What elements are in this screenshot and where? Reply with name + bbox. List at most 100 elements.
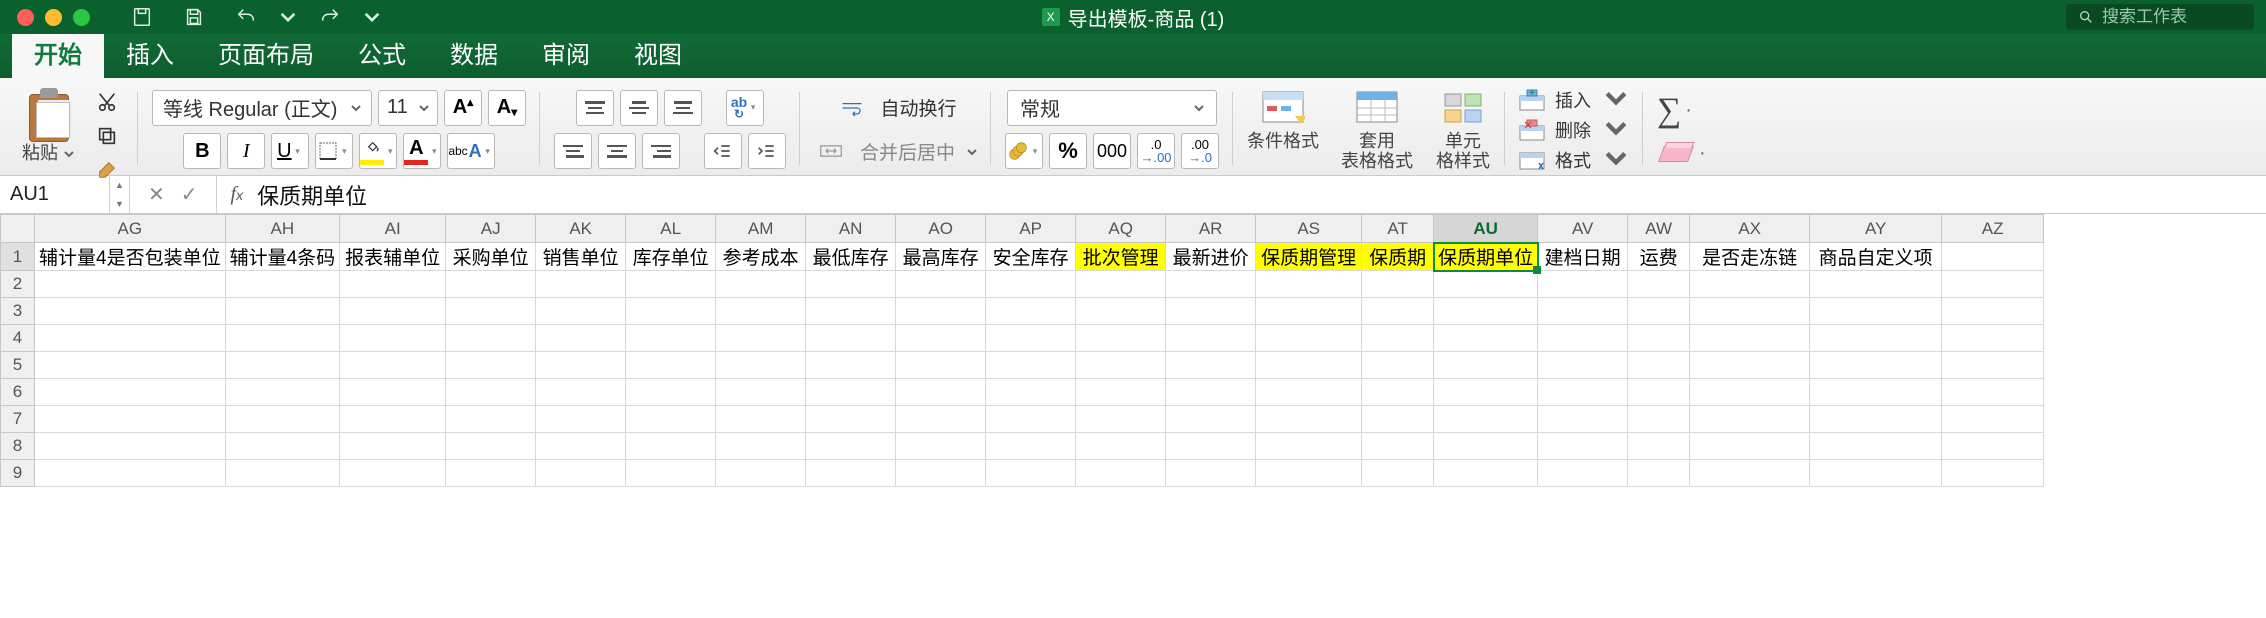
cell-AU7[interactable] — [1434, 406, 1538, 433]
cell-AY3[interactable] — [1810, 298, 1942, 325]
cell-AV6[interactable] — [1538, 379, 1628, 406]
cell-AS3[interactable] — [1256, 298, 1362, 325]
tab-数据[interactable]: 数据 — [428, 27, 520, 78]
save-icon[interactable] — [176, 4, 212, 30]
cell-AP8[interactable] — [986, 433, 1076, 460]
cell-AW7[interactable] — [1628, 406, 1690, 433]
cell-AW5[interactable] — [1628, 352, 1690, 379]
tab-页面布局[interactable]: 页面布局 — [196, 27, 336, 78]
cell-AX4[interactable] — [1690, 325, 1810, 352]
cell-AK9[interactable] — [536, 460, 626, 487]
cell-AU5[interactable] — [1434, 352, 1538, 379]
cell-AY9[interactable] — [1810, 460, 1942, 487]
cell-AM6[interactable] — [716, 379, 806, 406]
cell-AJ8[interactable] — [446, 433, 536, 460]
border-button[interactable]: ▾ — [315, 133, 353, 169]
col-header-AN[interactable]: AN — [806, 215, 896, 243]
cell-AV2[interactable] — [1538, 271, 1628, 298]
col-header-AT[interactable]: AT — [1362, 215, 1434, 243]
cell-AZ8[interactable] — [1942, 433, 2044, 460]
cell-AU1[interactable]: 保质期单位 — [1434, 243, 1538, 271]
cell-AV5[interactable] — [1538, 352, 1628, 379]
orientation-button[interactable]: ab↻▾ — [726, 90, 764, 126]
cell-AV3[interactable] — [1538, 298, 1628, 325]
cell-AR7[interactable] — [1166, 406, 1256, 433]
cell-AP9[interactable] — [986, 460, 1076, 487]
increase-indent-button[interactable] — [748, 133, 786, 169]
cell-AI2[interactable] — [340, 271, 446, 298]
align-top-button[interactable] — [576, 90, 614, 126]
cell-AH5[interactable] — [225, 352, 340, 379]
cell-AX5[interactable] — [1690, 352, 1810, 379]
cell-AS5[interactable] — [1256, 352, 1362, 379]
cell-AV1[interactable]: 建档日期 — [1538, 243, 1628, 271]
col-header-AY[interactable]: AY — [1810, 215, 1942, 243]
cell-AW6[interactable] — [1628, 379, 1690, 406]
cell-AK3[interactable] — [536, 298, 626, 325]
cell-AS9[interactable] — [1256, 460, 1362, 487]
cell-AM5[interactable] — [716, 352, 806, 379]
row-header-2[interactable]: 2 — [1, 271, 35, 298]
undo-icon[interactable] — [228, 4, 264, 30]
cell-AY5[interactable] — [1810, 352, 1942, 379]
merge-center-button[interactable] — [814, 135, 848, 167]
cell-AN4[interactable] — [806, 325, 896, 352]
row-header-3[interactable]: 3 — [1, 298, 35, 325]
autosum-button[interactable]: ∑· — [1657, 92, 1706, 130]
cell-AQ3[interactable] — [1076, 298, 1166, 325]
cell-AK2[interactable] — [536, 271, 626, 298]
tab-公式[interactable]: 公式 — [336, 27, 428, 78]
cell-AL7[interactable] — [626, 406, 716, 433]
tab-视图[interactable]: 视图 — [612, 27, 704, 78]
format-cells-button[interactable]: 格式 — [1519, 146, 1629, 174]
cell-AT7[interactable] — [1362, 406, 1434, 433]
col-header-AW[interactable]: AW — [1628, 215, 1690, 243]
cell-AL5[interactable] — [626, 352, 716, 379]
cell-AH3[interactable] — [225, 298, 340, 325]
cell-AI5[interactable] — [340, 352, 446, 379]
col-header-AM[interactable]: AM — [716, 215, 806, 243]
cell-AG2[interactable] — [35, 271, 226, 298]
copy-button[interactable] — [90, 120, 124, 152]
cell-AO2[interactable] — [896, 271, 986, 298]
confirm-formula-button[interactable]: ✓ — [181, 182, 198, 207]
cell-AY8[interactable] — [1810, 433, 1942, 460]
cell-AL1[interactable]: 库存单位 — [626, 243, 716, 271]
cell-AH4[interactable] — [225, 325, 340, 352]
cell-AU6[interactable] — [1434, 379, 1538, 406]
cell-AS1[interactable]: 保质期管理 — [1256, 243, 1362, 271]
align-middle-button[interactable] — [620, 90, 658, 126]
font-color-button[interactable]: A▾ — [403, 133, 441, 169]
cell-AG5[interactable] — [35, 352, 226, 379]
merge-dropdown[interactable] — [967, 141, 977, 162]
cell-AY6[interactable] — [1810, 379, 1942, 406]
delete-cells-button[interactable]: 删除 — [1519, 116, 1629, 144]
bold-button[interactable]: B — [183, 133, 221, 169]
decrease-indent-button[interactable] — [704, 133, 742, 169]
cell-AK4[interactable] — [536, 325, 626, 352]
redo-icon[interactable] — [312, 4, 348, 30]
cut-button[interactable] — [90, 86, 124, 118]
percent-button[interactable]: % — [1049, 133, 1087, 169]
cell-AT9[interactable] — [1362, 460, 1434, 487]
cell-AP2[interactable] — [986, 271, 1076, 298]
cell-AG3[interactable] — [35, 298, 226, 325]
cell-AK8[interactable] — [536, 433, 626, 460]
cell-AP4[interactable] — [986, 325, 1076, 352]
cell-AY1[interactable]: 商品自定义项 — [1810, 243, 1942, 271]
cell-AQ9[interactable] — [1076, 460, 1166, 487]
cell-AG4[interactable] — [35, 325, 226, 352]
cell-AU2[interactable] — [1434, 271, 1538, 298]
cell-AP1[interactable]: 安全库存 — [986, 243, 1076, 271]
cell-AQ1[interactable]: 批次管理 — [1076, 243, 1166, 271]
cell-AQ6[interactable] — [1076, 379, 1166, 406]
col-header-AH[interactable]: AH — [225, 215, 340, 243]
cell-AH9[interactable] — [225, 460, 340, 487]
cell-AH2[interactable] — [225, 271, 340, 298]
cell-AG7[interactable] — [35, 406, 226, 433]
search-input[interactable] — [2102, 7, 2242, 27]
cell-AR2[interactable] — [1166, 271, 1256, 298]
cell-AL2[interactable] — [626, 271, 716, 298]
cell-AT3[interactable] — [1362, 298, 1434, 325]
cell-AS2[interactable] — [1256, 271, 1362, 298]
